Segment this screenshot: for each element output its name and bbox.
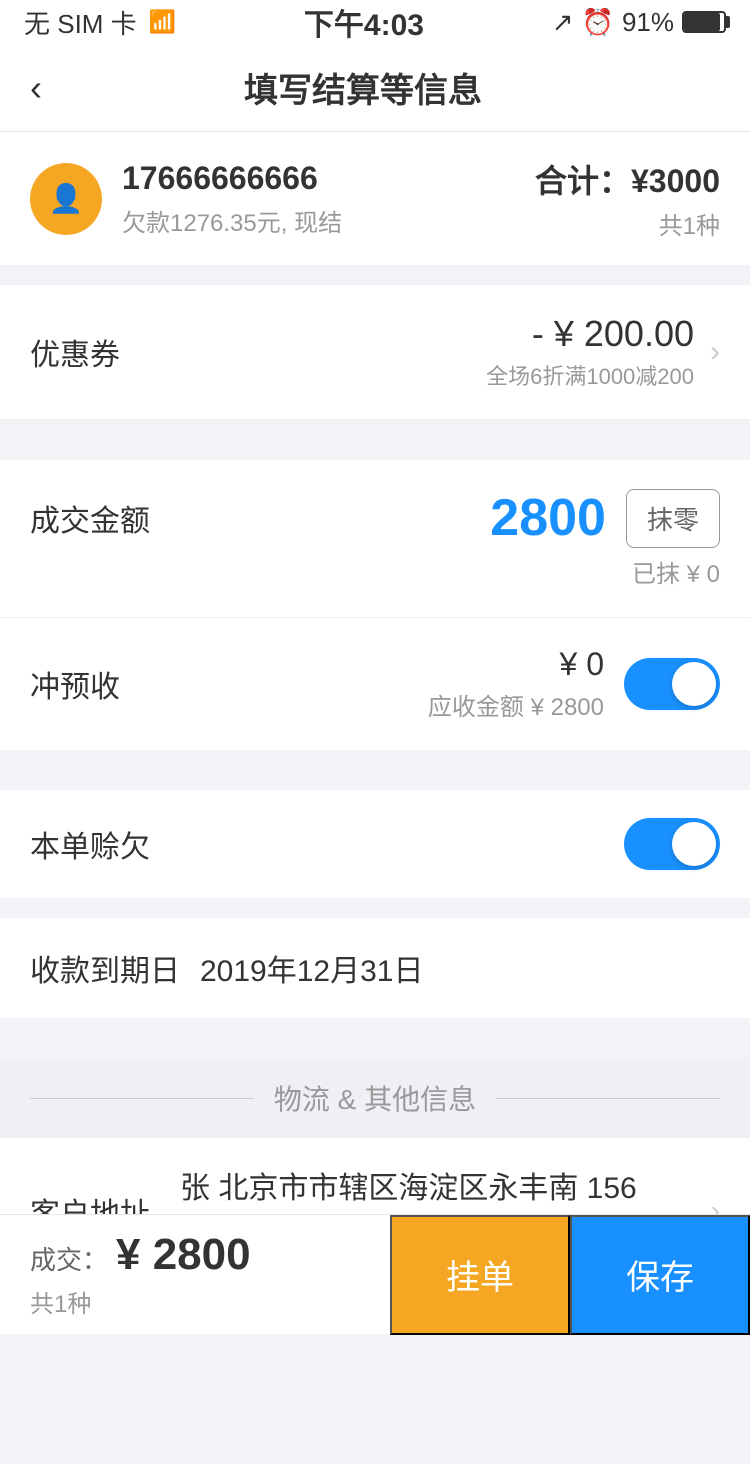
battery-percent: 91% [622,7,674,38]
save-button[interactable]: 保存 [570,1215,750,1335]
alarm-icon: ⏰ [582,7,614,38]
amount-right: 2800 抹零 [490,488,720,548]
wifi-icon: 📶 [149,9,176,35]
section-gap-3 [0,1038,750,1058]
chevron-right-icon: › [710,335,720,369]
customer-count: 共1种 [535,206,720,241]
section-gap-2 [0,770,750,790]
transaction-section: 成交金额 2800 抹零 已抹 ¥ 0 冲预收 ¥ 0 应收金额 ¥ 2800 [0,460,750,750]
customer-info: 17666666666 欠款1276.35元, 现结 [122,160,342,238]
customer-phone: 17666666666 [122,160,342,197]
discount-info: - ¥ 200.00 全场6折满1000减200 [486,313,694,391]
logistics-line-right [496,1098,720,1099]
bottom-total-value: ¥ 2800 [116,1230,251,1280]
bottom-info: 成交： ¥ 2800 共1种 [0,1230,390,1319]
battery-icon [682,11,726,33]
transaction-value: 2800 [490,488,606,548]
prepay-amount-block: ¥ 0 应收金额 ¥ 2800 [428,646,604,722]
sim-signal: 无 SIM 卡 [24,4,137,41]
logistics-divider: 物流 & 其他信息 [0,1058,750,1138]
discount-right: - ¥ 200.00 全场6折满1000减200 › [486,313,720,391]
prepay-amount: ¥ 0 [428,646,604,683]
bottom-count: 共1种 [30,1284,360,1319]
transaction-label: 成交金额 [30,496,150,540]
debt-toggle-knob [672,822,716,866]
status-right: ↗ ⏰ 91% [552,7,726,38]
logistics-label: 物流 & 其他信息 [274,1078,476,1118]
prepay-row: 冲预收 ¥ 0 应收金额 ¥ 2800 [30,646,720,722]
avatar-icon: 👤 [49,182,84,215]
amount-row: 成交金额 2800 抹零 [30,488,720,548]
debt-label: 本单赊欠 [30,822,150,866]
transaction-sub: 已抹 ¥ 0 [30,554,720,589]
status-left: 无 SIM 卡 📶 [24,4,176,41]
amount-section: 成交金额 2800 抹零 已抹 ¥ 0 [0,460,750,618]
bottom-transaction-label: 成交： [30,1240,108,1277]
avatar: 👤 [30,163,102,235]
bottom-bar: 成交： ¥ 2800 共1种 挂单 保存 [0,1214,750,1334]
customer-left: 👤 17666666666 欠款1276.35元, 现结 [30,160,342,238]
section-gap-1 [0,440,750,460]
logistics-line-left [30,1098,254,1099]
back-button[interactable]: ‹ [30,67,62,109]
debt-toggle[interactable] [624,818,720,870]
prepay-sub: 应收金额 ¥ 2800 [428,687,604,722]
discount-section: 优惠券 - ¥ 200.00 全场6折满1000减200 › [0,285,750,420]
pending-button[interactable]: 挂单 [390,1215,570,1335]
page-title: 填写结算等信息 [62,63,664,112]
prepay-section: 冲预收 ¥ 0 应收金额 ¥ 2800 [0,618,750,750]
prepay-toggle[interactable] [624,658,720,710]
round-zero-button[interactable]: 抹零 [626,489,720,548]
nav-bar: ‹ 填写结算等信息 [0,44,750,132]
customer-total: 合计：¥3000 [535,156,720,202]
customer-debt: 欠款1276.35元, 现结 [122,203,342,238]
customer-right: 合计：¥3000 共1种 [535,156,720,241]
toggle-knob [672,662,716,706]
customer-row: 👤 17666666666 欠款1276.35元, 现结 合计：¥3000 共1… [0,132,750,265]
debt-section: 本单赊欠 [0,790,750,898]
location-icon: ↗ [552,7,574,38]
status-time: 下午4:03 [304,0,424,44]
status-bar: 无 SIM 卡 📶 下午4:03 ↗ ⏰ 91% [0,0,750,44]
due-date-value: 2019年12月31日 [200,946,423,990]
discount-label: 优惠券 [30,330,120,374]
discount-detail: 全场6折满1000减200 [486,359,694,391]
due-date-label: 收款到期日 [30,946,180,990]
discount-amount: - ¥ 200.00 [486,313,694,355]
prepay-label: 冲预收 [30,662,120,706]
discount-row[interactable]: 优惠券 - ¥ 200.00 全场6折满1000减200 › [0,285,750,420]
prepay-right: ¥ 0 应收金额 ¥ 2800 [428,646,720,722]
date-section: 收款到期日 2019年12月31日 [0,918,750,1018]
